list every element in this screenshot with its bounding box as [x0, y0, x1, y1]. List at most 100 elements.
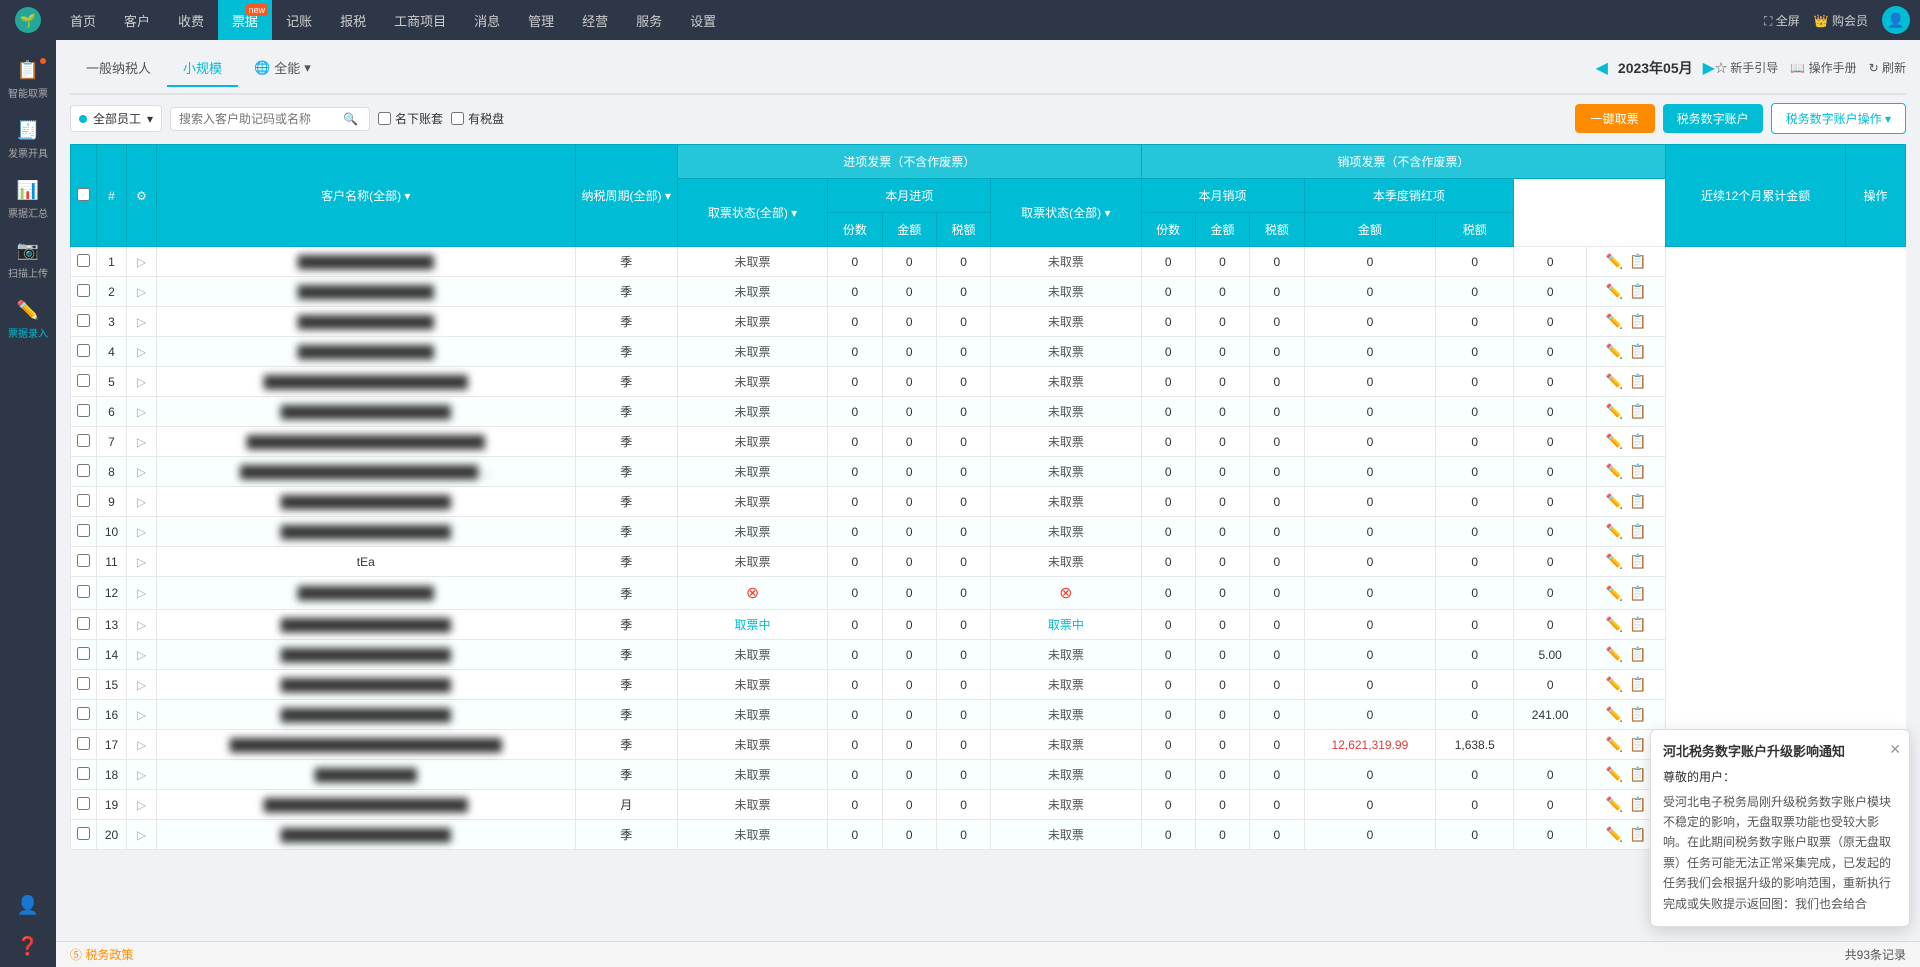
row-edit-icon[interactable]: ✏️	[1606, 493, 1623, 510]
row-edit-icon[interactable]: ✏️	[1606, 253, 1623, 270]
row-checkbox[interactable]	[77, 284, 90, 297]
fullscreen-btn[interactable]: ⛶ 全屏	[1764, 12, 1800, 29]
row-checkbox[interactable]	[77, 344, 90, 357]
row-checkbox[interactable]	[77, 524, 90, 537]
row-copy-icon[interactable]: 📋	[1629, 736, 1646, 753]
period-next-btn[interactable]: ▶	[1703, 58, 1715, 78]
row-copy-icon[interactable]: 📋	[1629, 523, 1646, 540]
row-copy-icon[interactable]: 📋	[1629, 826, 1646, 843]
new-guide-link[interactable]: ☆ 新手引导	[1715, 59, 1778, 76]
search-input[interactable]	[179, 112, 339, 126]
sidebar-item-invoice-summary[interactable]: 📊 票据汇总	[0, 170, 56, 230]
row-edit-icon[interactable]: ✏️	[1606, 283, 1623, 300]
row-edit-icon[interactable]: ✏️	[1606, 433, 1623, 450]
row-copy-icon[interactable]: 📋	[1629, 585, 1646, 602]
sidebar-item-help[interactable]: ❓	[0, 926, 56, 967]
nav-operation[interactable]: 经营	[568, 0, 622, 40]
row-checkbox[interactable]	[77, 585, 90, 598]
row-checkbox[interactable]	[77, 827, 90, 840]
sidebar-item-smart-ticket[interactable]: 📋 智能取票	[0, 50, 56, 110]
user-avatar[interactable]: 👤	[1882, 6, 1910, 34]
row-edit-icon[interactable]: ✏️	[1606, 706, 1623, 723]
row-edit-icon[interactable]: ✏️	[1606, 403, 1623, 420]
nav-business[interactable]: 工商项目	[380, 0, 460, 40]
sidebar-item-open-invoice[interactable]: 🧾 发票开具	[0, 110, 56, 170]
row-copy-icon[interactable]: 📋	[1629, 373, 1646, 390]
row-checkbox[interactable]	[77, 434, 90, 447]
nav-fee[interactable]: 收费	[164, 0, 218, 40]
tab-all[interactable]: 🌐 全能 ▾	[238, 50, 327, 85]
nav-settings[interactable]: 设置	[676, 0, 730, 40]
sidebar-item-user[interactable]: 👤	[0, 885, 56, 926]
row-copy-icon[interactable]: 📋	[1629, 313, 1646, 330]
tab-general-taxpayer[interactable]: 一般纳税人	[70, 50, 167, 87]
row-checkbox[interactable]	[77, 374, 90, 387]
row-checkbox[interactable]	[77, 617, 90, 630]
row-edit-icon[interactable]: ✏️	[1606, 766, 1623, 783]
period-prev-btn[interactable]: ◀	[1596, 58, 1608, 78]
nav-bookkeeping[interactable]: 记账	[272, 0, 326, 40]
row-copy-icon[interactable]: 📋	[1629, 646, 1646, 663]
row-checkbox[interactable]	[77, 314, 90, 327]
nav-manage[interactable]: 管理	[514, 0, 568, 40]
row-copy-icon[interactable]: 📋	[1629, 766, 1646, 783]
row-edit-icon[interactable]: ✏️	[1606, 796, 1623, 813]
row-copy-icon[interactable]: 📋	[1629, 403, 1646, 420]
employee-select[interactable]: 全部员工 ▾	[70, 105, 162, 132]
row-edit-icon[interactable]: ✏️	[1606, 736, 1623, 753]
row-edit-icon[interactable]: ✏️	[1606, 373, 1623, 390]
sidebar-item-scan-upload[interactable]: 📷 扫描上传	[0, 230, 56, 290]
row-checkbox[interactable]	[77, 464, 90, 477]
row-edit-icon[interactable]: ✏️	[1606, 676, 1623, 693]
row-checkbox[interactable]	[77, 494, 90, 507]
row-edit-icon[interactable]: ✏️	[1606, 585, 1623, 602]
row-edit-icon[interactable]: ✏️	[1606, 523, 1623, 540]
row-copy-icon[interactable]: 📋	[1629, 553, 1646, 570]
nav-message[interactable]: 消息	[460, 0, 514, 40]
row-copy-icon[interactable]: 📋	[1629, 706, 1646, 723]
tab-small-scale[interactable]: 小规模	[167, 50, 238, 87]
row-edit-icon[interactable]: ✏️	[1606, 553, 1623, 570]
row-checkbox[interactable]	[77, 404, 90, 417]
nav-tax[interactable]: 报税	[326, 0, 380, 40]
nav-home[interactable]: 首页	[56, 0, 110, 40]
row-edit-icon[interactable]: ✏️	[1606, 826, 1623, 843]
row-edit-icon[interactable]: ✏️	[1606, 616, 1623, 633]
tax-policy-link[interactable]: ⑤ 税务政策	[70, 946, 133, 963]
one-click-fetch-btn[interactable]: 一键取票	[1575, 104, 1655, 133]
row-copy-icon[interactable]: 📋	[1629, 616, 1646, 633]
row-copy-icon[interactable]: 📋	[1629, 433, 1646, 450]
checkbox-account-label[interactable]: 名下账套	[378, 110, 443, 127]
checkbox-tax[interactable]	[451, 112, 464, 125]
row-edit-icon[interactable]: ✏️	[1606, 313, 1623, 330]
nav-service[interactable]: 服务	[622, 0, 676, 40]
row-checkbox[interactable]	[77, 707, 90, 720]
row-edit-icon[interactable]: ✏️	[1606, 343, 1623, 360]
sidebar-item-invoice-entry[interactable]: ✏️ 票据录入	[0, 290, 56, 350]
row-copy-icon[interactable]: 📋	[1629, 253, 1646, 270]
select-all-checkbox[interactable]	[77, 188, 90, 201]
search-icon[interactable]: 🔍	[343, 112, 358, 126]
manual-link[interactable]: 📖 操作手册	[1790, 59, 1856, 76]
row-copy-icon[interactable]: 📋	[1629, 463, 1646, 480]
row-copy-icon[interactable]: 📋	[1629, 676, 1646, 693]
row-copy-icon[interactable]: 📋	[1629, 343, 1646, 360]
checkbox-tax-label[interactable]: 有税盘	[451, 110, 504, 127]
row-checkbox[interactable]	[77, 254, 90, 267]
row-copy-icon[interactable]: 📋	[1629, 493, 1646, 510]
member-btn[interactable]: 👑 购会员	[1814, 12, 1868, 29]
digital-account-btn[interactable]: 税务数字账户	[1663, 104, 1763, 133]
row-checkbox[interactable]	[77, 767, 90, 780]
notification-close-btn[interactable]: ✕	[1889, 738, 1901, 760]
row-checkbox[interactable]	[77, 677, 90, 690]
row-copy-icon[interactable]: 📋	[1629, 283, 1646, 300]
row-checkbox[interactable]	[77, 797, 90, 810]
refresh-link[interactable]: ↻ 刷新	[1869, 59, 1906, 76]
digital-account-op-btn[interactable]: 税务数字账户操作 ▾	[1771, 103, 1906, 134]
row-edit-icon[interactable]: ✏️	[1606, 646, 1623, 663]
row-checkbox[interactable]	[77, 647, 90, 660]
row-checkbox[interactable]	[77, 554, 90, 567]
row-edit-icon[interactable]: ✏️	[1606, 463, 1623, 480]
nav-invoice[interactable]: 票据 new	[218, 0, 272, 40]
checkbox-account[interactable]	[378, 112, 391, 125]
